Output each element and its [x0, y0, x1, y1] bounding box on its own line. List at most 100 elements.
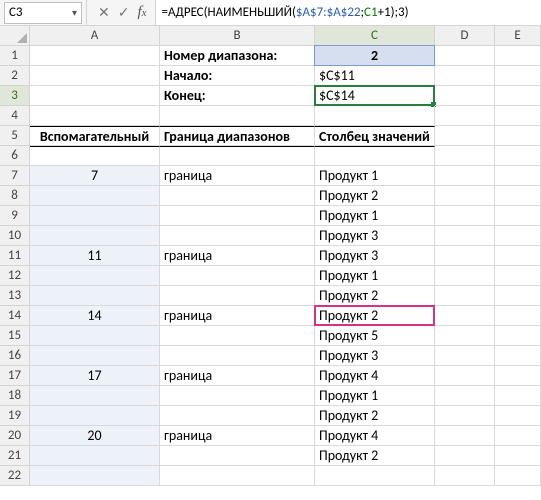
row-header[interactable]: 21	[0, 446, 30, 466]
cell-blank[interactable]	[435, 366, 495, 386]
cell-blank[interactable]	[495, 346, 541, 366]
cell-bound[interactable]	[160, 346, 315, 366]
cell-blank[interactable]	[495, 286, 541, 306]
cell-bound[interactable]	[160, 226, 315, 246]
cell-aux[interactable]	[30, 346, 160, 366]
cell-val[interactable]: Продукт 5	[315, 326, 435, 346]
cell-A3[interactable]	[30, 86, 160, 106]
cell-bound[interactable]: граница	[160, 166, 315, 186]
cell-blank[interactable]	[495, 306, 541, 326]
cell-B3[interactable]: Конец:	[160, 86, 315, 106]
header-aux[interactable]: Вспомагательный	[30, 126, 160, 146]
cell-E6[interactable]	[495, 146, 541, 166]
cell-blank[interactable]	[435, 346, 495, 366]
cell-val[interactable]: Продукт 1	[315, 266, 435, 286]
cell-A2[interactable]	[30, 66, 160, 86]
cell-bound[interactable]	[160, 386, 315, 406]
cell-aux[interactable]	[30, 206, 160, 226]
row-header[interactable]: 15	[0, 326, 30, 346]
row-header[interactable]: 8	[0, 186, 30, 206]
cell-blank[interactable]	[435, 226, 495, 246]
cell-bound[interactable]	[160, 446, 315, 466]
cell-blank[interactable]	[435, 326, 495, 346]
cell-val[interactable]: Продукт 3	[315, 226, 435, 246]
cell-aux[interactable]: 20	[30, 426, 160, 446]
cell-val[interactable]: Продукт 4	[315, 426, 435, 446]
row-header[interactable]: 12	[0, 266, 30, 286]
row-header[interactable]: 22	[0, 466, 30, 486]
cell-C1[interactable]: 2	[315, 46, 435, 66]
row-header[interactable]: 17	[0, 366, 30, 386]
cell-C2[interactable]: $C$11	[315, 66, 435, 86]
cell-blank[interactable]	[495, 246, 541, 266]
row-header[interactable]: 5	[0, 126, 30, 146]
cell-blank[interactable]	[495, 406, 541, 426]
cell-B6[interactable]	[160, 146, 315, 166]
cell-aux[interactable]	[30, 266, 160, 286]
cell-B2[interactable]: Начало:	[160, 66, 315, 86]
row-header[interactable]: 14	[0, 306, 30, 326]
cell-bound[interactable]	[160, 266, 315, 286]
cell-blank[interactable]	[495, 466, 541, 486]
cell-A4[interactable]	[30, 106, 160, 126]
col-header-e[interactable]: E	[495, 26, 541, 46]
cell-aux[interactable]	[30, 386, 160, 406]
row-header[interactable]: 1	[0, 46, 30, 66]
select-all-corner[interactable]	[0, 26, 30, 46]
row-header[interactable]: 11	[0, 246, 30, 266]
cell-D4[interactable]	[435, 106, 495, 126]
row-header[interactable]: 20	[0, 426, 30, 446]
cell-blank[interactable]	[435, 406, 495, 426]
cell-aux[interactable]	[30, 286, 160, 306]
cell-blank[interactable]	[435, 446, 495, 466]
cell-aux[interactable]: 11	[30, 246, 160, 266]
cell-bound[interactable]	[160, 326, 315, 346]
cell-aux[interactable]: 17	[30, 366, 160, 386]
cell-E3[interactable]	[495, 86, 541, 106]
cell-bound[interactable]	[160, 286, 315, 306]
cell-aux[interactable]: 14	[30, 306, 160, 326]
cell-bound[interactable]: граница	[160, 366, 315, 386]
col-header-a[interactable]: A	[30, 26, 160, 46]
cell-blank[interactable]	[495, 186, 541, 206]
cell-blank[interactable]	[435, 466, 495, 486]
cell-C6[interactable]	[315, 146, 435, 166]
cell-val[interactable]: Продукт 2	[315, 446, 435, 466]
cell-C4[interactable]	[315, 106, 435, 126]
header-bound[interactable]: Граница диапазонов	[160, 126, 315, 146]
col-header-c[interactable]: C	[315, 26, 435, 46]
cell-bound[interactable]: граница	[160, 306, 315, 326]
row-header[interactable]: 18	[0, 386, 30, 406]
cell-A6[interactable]	[30, 146, 160, 166]
cell-bound[interactable]	[160, 406, 315, 426]
fx-icon[interactable]: fx	[137, 5, 146, 20]
cell-blank[interactable]	[495, 226, 541, 246]
cell-C3[interactable]: $C$14	[315, 86, 435, 106]
cell-D3[interactable]	[435, 86, 495, 106]
grid[interactable]: A B C D E 1 Номер диапазона: 2 2 Начало:…	[0, 26, 541, 486]
header-valcol[interactable]: Столбец значений	[315, 126, 435, 146]
row-header[interactable]: 4	[0, 106, 30, 126]
cell-blank[interactable]	[435, 386, 495, 406]
cell-val[interactable]: Продукт 1	[315, 386, 435, 406]
cell-val[interactable]: Продукт 2	[315, 286, 435, 306]
cell-blank[interactable]	[495, 266, 541, 286]
cell-C14[interactable]: Продукт 2	[315, 306, 435, 326]
cell-aux[interactable]	[30, 186, 160, 206]
cell-bound[interactable]	[160, 466, 315, 486]
row-header[interactable]: 13	[0, 286, 30, 306]
row-header[interactable]: 19	[0, 406, 30, 426]
col-header-d[interactable]: D	[435, 26, 495, 46]
cell-val[interactable]: Продукт 2	[315, 406, 435, 426]
row-header[interactable]: 7	[0, 166, 30, 186]
cell-val[interactable]: Продукт 3	[315, 346, 435, 366]
formula-input[interactable]: =АДРЕС(НАИМЕНЬШИЙ($A$7:$A$22;C1+1);3)	[155, 0, 541, 25]
row-header[interactable]: 10	[0, 226, 30, 246]
cell-bound[interactable]: граница	[160, 426, 315, 446]
cell-blank[interactable]	[435, 206, 495, 226]
cell-aux[interactable]	[30, 326, 160, 346]
cell-bound[interactable]	[160, 186, 315, 206]
cell-blank[interactable]	[495, 446, 541, 466]
accept-icon[interactable]: ✓	[118, 6, 130, 20]
name-box[interactable]: C3 ▾	[4, 2, 82, 24]
